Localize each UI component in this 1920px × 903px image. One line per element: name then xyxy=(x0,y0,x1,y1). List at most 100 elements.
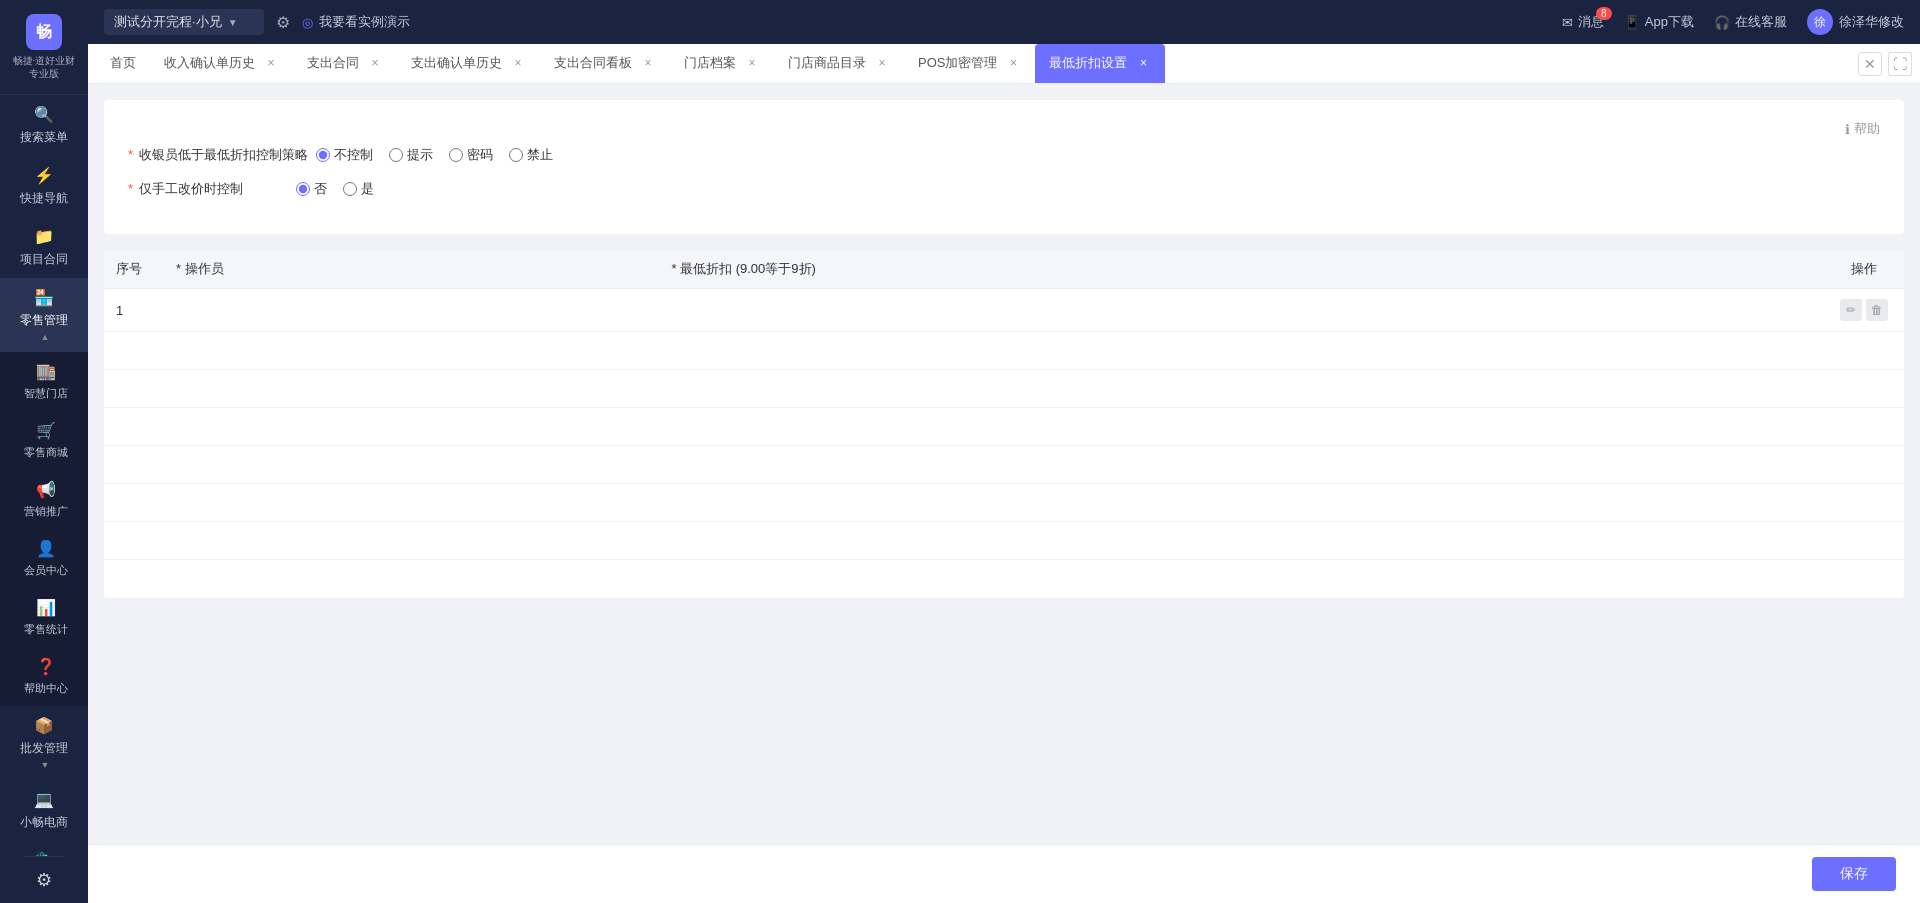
cell-empty-operator xyxy=(164,522,659,560)
radio-input-discount-password[interactable] xyxy=(449,148,463,162)
topbar-demo[interactable]: ◎ 我要看实例演示 xyxy=(302,13,410,31)
sidebar-icon-project: 📁 xyxy=(34,227,54,246)
sidebar-icon-quick: ⚡ xyxy=(34,166,54,185)
radio-discount-prompt[interactable]: 提示 xyxy=(389,146,433,164)
cell-empty-discount xyxy=(659,560,1824,598)
topbar-settings-icon[interactable]: ⚙ xyxy=(276,13,290,32)
tab-close-payment_contract[interactable]: × xyxy=(367,55,383,71)
tab-payment_contract[interactable]: 支出合同× xyxy=(293,44,397,84)
sidebar-item-search[interactable]: 🔍 搜索菜单 xyxy=(0,95,88,156)
table-scroll-area: 序号* 操作员* 最低折扣 (9.00等于9折)操作1✏🗑 xyxy=(104,250,1904,598)
tab-store_product[interactable]: 门店商品目录× xyxy=(774,44,904,84)
topbar-demo-text: 我要看实例演示 xyxy=(319,13,410,31)
table-row-empty xyxy=(104,522,1904,560)
tab-pos_password[interactable]: POS加密管理× xyxy=(904,44,1035,84)
table-card: 序号* 操作员* 最低折扣 (9.00等于9折)操作1✏🗑 xyxy=(104,250,1904,598)
sidebar-icon-smart_store: 🏬 xyxy=(36,362,56,381)
sidebar-item-project[interactable]: 📁 项目合同 xyxy=(0,217,88,278)
radio-input-discount-forbid[interactable] xyxy=(509,148,523,162)
message-icon: ✉ xyxy=(1562,15,1573,30)
sidebar-item-member[interactable]: 👤 会员中心 xyxy=(0,529,88,588)
sidebar-icon-search: 🔍 xyxy=(34,105,54,124)
topbar-project[interactable]: 测试分开完程·小兄 ▼ xyxy=(104,9,264,35)
sidebar-item-ecommerce[interactable]: 💻小畅电商 xyxy=(0,780,88,841)
sidebar-item-marketing[interactable]: 📢营销推广 xyxy=(0,470,88,529)
fullscreen-icon[interactable]: ⛶ xyxy=(1888,52,1912,76)
sidebar-icon-help: ❓ xyxy=(36,657,56,676)
sidebar: 畅 畅捷·道好业财 专业版 🔍搜索菜单⚡快捷导航📁项目合同🏪零售管理▲🏬智慧门店… xyxy=(0,0,88,903)
tab-close-income_history[interactable]: × xyxy=(263,55,279,71)
form-card: ℹ 帮助 * 收银员低于最低折扣控制策略 不控制提示密码禁止 * 仅手工改价时控… xyxy=(104,100,1904,234)
tab-home[interactable]: 首页 xyxy=(96,44,150,84)
cell-seq-0: 1 xyxy=(104,289,164,332)
delete-button-0[interactable]: 🗑 xyxy=(1866,299,1888,321)
save-button[interactable]: 保存 xyxy=(1812,857,1896,891)
help-button[interactable]: ℹ 帮助 xyxy=(1845,120,1880,138)
tab-label-payment_contract_board: 支出合同看板 xyxy=(554,54,632,72)
tab-close-pos_password[interactable]: × xyxy=(1005,55,1021,71)
radio-discount-no_control[interactable]: 不控制 xyxy=(316,146,373,164)
cell-empty-discount xyxy=(659,484,1824,522)
radio-manual-yes[interactable]: 是 xyxy=(343,180,374,198)
radio-input-discount-prompt[interactable] xyxy=(389,148,403,162)
col-header-operator: * 操作员 xyxy=(164,250,659,289)
topbar-app-download[interactable]: 📱 App下载 xyxy=(1624,13,1694,31)
sidebar-icon-member: 👤 xyxy=(36,539,56,558)
topbar-online-service[interactable]: 🎧 在线客服 xyxy=(1714,13,1787,31)
tab-payment_contract_board[interactable]: 支出合同看板 × xyxy=(540,44,670,84)
table-row-empty xyxy=(104,560,1904,598)
tab-income_history[interactable]: 收入确认单历史× xyxy=(150,44,293,84)
cell-empty-operator xyxy=(164,408,659,446)
cell-empty-operator xyxy=(164,484,659,522)
chevron-down-icon: ▼ xyxy=(228,17,238,28)
tab-payment_confirm_history[interactable]: 支出确认单历史× xyxy=(397,44,540,84)
radio-input-manual-yes[interactable] xyxy=(343,182,357,196)
sidebar-item-stats[interactable]: 📊零售统计 xyxy=(0,588,88,647)
sidebar-label-member: 会员中心 xyxy=(24,563,68,578)
sidebar-item-wholesale[interactable]: 📦批发管理▼ xyxy=(0,706,88,780)
sidebar-item-smart_store[interactable]: 🏬智慧门店 xyxy=(0,352,88,411)
sidebar-label-project: 项目合同 xyxy=(20,251,68,268)
sidebar-label-search: 搜索菜单 xyxy=(20,129,68,146)
tab-close-store_file[interactable]: × xyxy=(744,55,760,71)
settings-icon[interactable]: ⚙ xyxy=(36,870,52,890)
sidebar-item-help[interactable]: ❓ 帮助中心 xyxy=(0,647,88,706)
sidebar-item-retail[interactable]: 🏪零售管理▲ xyxy=(0,278,88,352)
cell-action-0: ✏🗑 xyxy=(1824,289,1904,332)
radio-input-discount-no_control[interactable] xyxy=(316,148,330,162)
online-service-label: 在线客服 xyxy=(1735,13,1787,31)
tab-close-payment_confirm_history[interactable]: × xyxy=(510,55,526,71)
radio-input-manual-no[interactable] xyxy=(296,182,310,196)
tab-close-min_discount[interactable]: × xyxy=(1135,55,1151,71)
tabs-bar: 首页收入确认单历史×支出合同×支出确认单历史×支出合同看板×门店档案×门店商品目… xyxy=(88,44,1920,84)
topbar-message[interactable]: ✉ 消息 8 xyxy=(1562,13,1604,31)
cell-operator-0 xyxy=(164,289,659,332)
sidebar-icon-retail_mall: 🛒 xyxy=(36,421,56,440)
sidebar-icon-retail: 🏪 xyxy=(34,288,54,307)
sidebar-item-purchase[interactable]: 🛍️采购管理 xyxy=(0,841,88,856)
sidebar-item-quick[interactable]: ⚡快捷导航 xyxy=(0,156,88,217)
download-icon: 📱 xyxy=(1624,15,1640,30)
sidebar-item-retail_mall[interactable]: 🛒零售商城 xyxy=(0,411,88,470)
radio-manual-no[interactable]: 否 xyxy=(296,180,327,198)
sidebar-menu: 🔍 搜索菜单 ⚡快捷导航 📁 项目合同 🏪零售管理▲🏬智慧门店🛒零售商城📢营销推广 👤 会员中… xyxy=(0,95,88,856)
cell-empty-seq xyxy=(104,484,164,522)
cell-empty-action xyxy=(1824,332,1904,370)
topbar-user[interactable]: 徐 徐泽华修改 xyxy=(1807,9,1904,35)
tab-store_file[interactable]: 门店档案× xyxy=(670,44,774,84)
form-row-discount-control: * 收银员低于最低折扣控制策略 不控制提示密码禁止 xyxy=(128,146,1880,164)
form-row-manual-control: * 仅手工改价时控制 否是 xyxy=(128,180,1880,198)
sidebar-label-help: 帮助中心 xyxy=(24,681,68,696)
cell-empty-action xyxy=(1824,446,1904,484)
table-row-empty xyxy=(104,408,1904,446)
cell-empty-seq xyxy=(104,522,164,560)
tab-min_discount[interactable]: 最低折扣设置× xyxy=(1035,44,1165,84)
demo-circle-icon: ◎ xyxy=(302,15,313,30)
edit-button-0[interactable]: ✏ xyxy=(1840,299,1862,321)
tab-close-store_product[interactable]: × xyxy=(874,55,890,71)
radio-discount-password[interactable]: 密码 xyxy=(449,146,493,164)
close-tab-icon[interactable]: ✕ xyxy=(1858,52,1882,76)
tab-close-payment_contract_board[interactable]: × xyxy=(640,55,656,71)
radio-discount-forbid[interactable]: 禁止 xyxy=(509,146,553,164)
sidebar-label-wholesale: 批发管理 xyxy=(20,740,68,757)
